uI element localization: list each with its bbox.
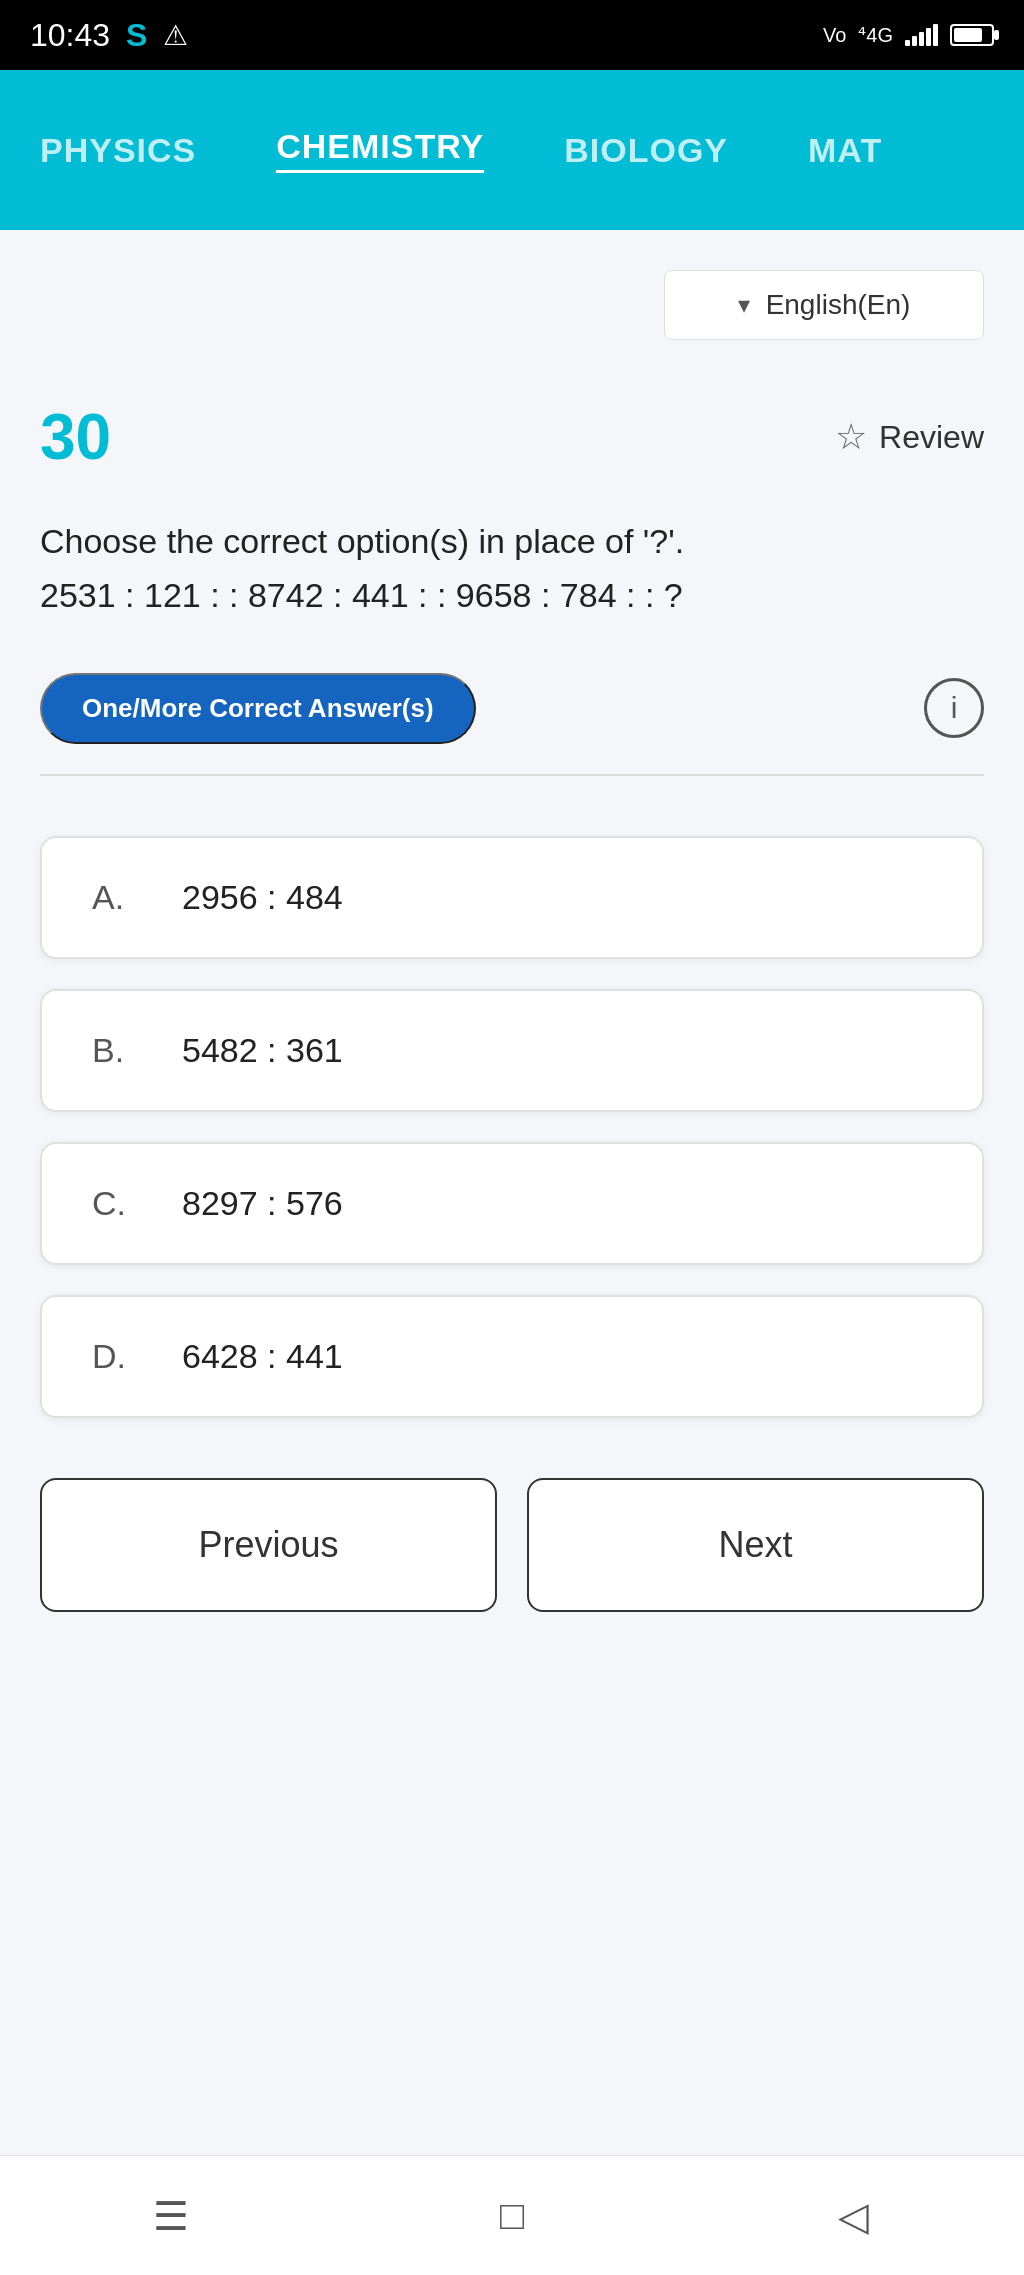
- review-label: Review: [879, 419, 984, 456]
- option-a-text: 2956 : 484: [182, 878, 343, 917]
- review-button[interactable]: ☆ Review: [835, 416, 984, 458]
- nav-buttons: Previous Next: [0, 1418, 1024, 1662]
- option-b-card[interactable]: B. 5482 : 361: [40, 989, 984, 1112]
- next-button[interactable]: Next: [527, 1478, 984, 1612]
- info-icon[interactable]: i: [924, 678, 984, 738]
- options-area: A. 2956 : 484 B. 5482 : 361 C. 8297 : 57…: [0, 836, 1024, 1418]
- option-c-card[interactable]: C. 8297 : 576: [40, 1142, 984, 1265]
- warning-icon: ⚠: [163, 19, 188, 52]
- status-s: S: [126, 17, 147, 54]
- answer-type-row: One/More Correct Answer(s) i: [40, 673, 984, 744]
- divider: [40, 774, 984, 776]
- nav-item-chemistry[interactable]: CHEMISTRY: [276, 127, 484, 173]
- question-text: Choose the correct option(s) in place of…: [40, 514, 984, 623]
- option-c-text: 8297 : 576: [182, 1184, 343, 1223]
- question-number: 30: [40, 400, 111, 474]
- 4g-label: ⁴4G: [858, 23, 893, 47]
- option-a-card[interactable]: A. 2956 : 484: [40, 836, 984, 959]
- nav-item-physics[interactable]: PHYSICS: [40, 131, 196, 170]
- lang-label: English(En): [766, 289, 911, 321]
- previous-button[interactable]: Previous: [40, 1478, 497, 1612]
- lang-bar: ▾ English(En): [0, 230, 1024, 360]
- star-icon: ☆: [835, 416, 867, 458]
- back-icon[interactable]: ◁: [813, 2176, 893, 2256]
- status-bar: 10:43 S ⚠ Vo ⁴4G: [0, 0, 1024, 70]
- question-line2: 2531 : 121 : : 8742 : 441 : : 9658 : 784…: [40, 576, 683, 614]
- answer-type-badge[interactable]: One/More Correct Answer(s): [40, 673, 476, 744]
- nav-item-math[interactable]: MAT: [808, 131, 882, 170]
- option-a-label: A.: [92, 878, 142, 917]
- option-b-text: 5482 : 361: [182, 1031, 343, 1070]
- chevron-down-icon: ▾: [738, 291, 750, 319]
- status-left: 10:43 S ⚠: [30, 17, 188, 54]
- status-time: 10:43: [30, 17, 110, 54]
- lte-label: Vo ⁴4G: [823, 23, 893, 47]
- option-d-text: 6428 : 441: [182, 1337, 343, 1376]
- question-area: 30 ☆ Review Choose the correct option(s)…: [0, 360, 1024, 836]
- option-b-label: B.: [92, 1031, 142, 1070]
- nav-item-biology[interactable]: BIOLOGY: [564, 131, 728, 170]
- signal-icon: [905, 24, 938, 46]
- top-nav: PHYSICS CHEMISTRY BIOLOGY MAT: [0, 70, 1024, 230]
- option-c-label: C.: [92, 1184, 142, 1223]
- battery-icon: [950, 24, 994, 46]
- vo-label: Vo: [823, 24, 846, 47]
- status-right: Vo ⁴4G: [823, 23, 994, 47]
- option-d-card[interactable]: D. 6428 : 441: [40, 1295, 984, 1418]
- menu-icon[interactable]: ☰: [131, 2176, 211, 2256]
- option-d-label: D.: [92, 1337, 142, 1376]
- question-header: 30 ☆ Review: [40, 400, 984, 474]
- question-line1: Choose the correct option(s) in place of…: [40, 522, 684, 560]
- bottom-nav-bar: ☰ □ ◁: [0, 2155, 1024, 2275]
- lang-selector[interactable]: ▾ English(En): [664, 270, 984, 340]
- home-icon[interactable]: □: [472, 2176, 552, 2256]
